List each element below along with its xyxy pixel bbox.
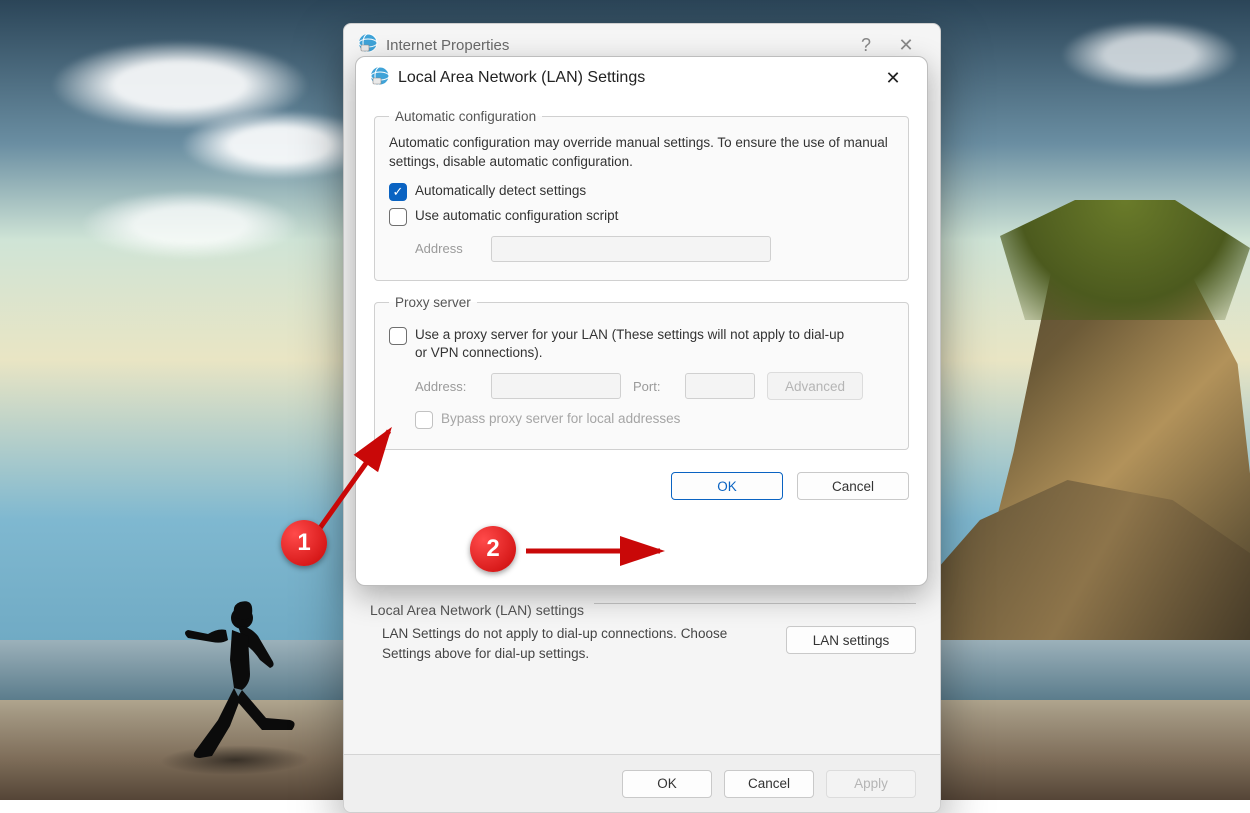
use-proxy-checkbox[interactable] bbox=[389, 327, 407, 345]
help-icon[interactable]: ? bbox=[846, 35, 886, 56]
auto-detect-label[interactable]: Automatically detect settings bbox=[415, 182, 586, 200]
auto-help-text: Automatic configuration may override man… bbox=[389, 134, 894, 172]
proxy-port-label: Port: bbox=[633, 379, 673, 394]
parent-cancel-button[interactable]: Cancel bbox=[724, 770, 814, 798]
parent-apply-button: Apply bbox=[826, 770, 916, 798]
auto-legend: Automatic configuration bbox=[389, 109, 542, 124]
bypass-proxy-checkbox bbox=[415, 411, 433, 429]
runner-silhouette bbox=[178, 600, 298, 760]
globe-icon bbox=[358, 33, 378, 57]
auto-address-label: Address bbox=[415, 241, 479, 256]
proxy-address-input bbox=[491, 373, 621, 399]
bypass-proxy-label: Bypass proxy server for local addresses bbox=[441, 410, 680, 428]
proxy-server-group: Proxy server Use a proxy server for your… bbox=[374, 295, 909, 450]
parent-ok-button[interactable]: OK bbox=[622, 770, 712, 798]
child-titlebar[interactable]: Local Area Network (LAN) Settings ✕ bbox=[356, 57, 927, 99]
child-cancel-button[interactable]: Cancel bbox=[797, 472, 909, 500]
lan-section-desc: LAN Settings do not apply to dial-up con… bbox=[368, 622, 768, 675]
lan-settings-button[interactable]: LAN settings bbox=[786, 626, 916, 654]
lan-settings-dialog: Local Area Network (LAN) Settings ✕ Auto… bbox=[355, 56, 928, 586]
automatic-configuration-group: Automatic configuration Automatic config… bbox=[374, 109, 909, 281]
globe-icon bbox=[370, 66, 390, 91]
lan-section-heading: Local Area Network (LAN) settings bbox=[368, 594, 584, 622]
parent-button-bar: OK Cancel Apply bbox=[344, 754, 940, 812]
divider bbox=[594, 603, 916, 604]
parent-title: Internet Properties bbox=[386, 37, 509, 54]
use-proxy-label[interactable]: Use a proxy server for your LAN (These s… bbox=[415, 326, 855, 362]
child-title: Local Area Network (LAN) Settings bbox=[398, 69, 645, 87]
auto-detect-checkbox[interactable]: ✓ bbox=[389, 183, 407, 201]
auto-script-label[interactable]: Use automatic configuration script bbox=[415, 207, 618, 225]
advanced-button: Advanced bbox=[767, 372, 863, 400]
proxy-legend: Proxy server bbox=[389, 295, 477, 310]
close-icon[interactable]: ✕ bbox=[873, 68, 913, 89]
child-ok-button[interactable]: OK bbox=[671, 472, 783, 500]
close-icon[interactable]: ✕ bbox=[886, 35, 926, 56]
proxy-address-label: Address: bbox=[415, 379, 479, 394]
auto-address-input bbox=[491, 236, 771, 262]
auto-script-checkbox[interactable] bbox=[389, 208, 407, 226]
proxy-port-input bbox=[685, 373, 755, 399]
